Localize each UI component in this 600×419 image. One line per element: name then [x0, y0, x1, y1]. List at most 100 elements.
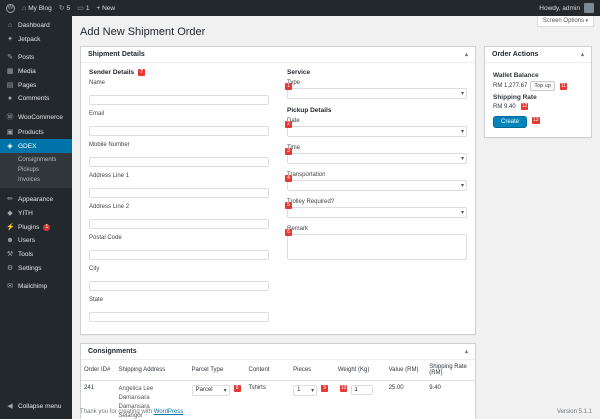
col-weight: Weight (Kg)	[334, 360, 386, 382]
pieces-select[interactable]: 1	[293, 385, 318, 397]
sidebar-item-invoices[interactable]: Invoices	[0, 175, 72, 185]
avatar[interactable]	[584, 3, 594, 13]
email-input[interactable]	[89, 126, 269, 137]
chevron-down-icon	[461, 182, 464, 189]
chevron-down-icon	[461, 128, 464, 135]
sidebar-item-appearance[interactable]: ✏ Appearance	[0, 192, 72, 206]
postal-code-input[interactable]	[89, 250, 269, 261]
col-shipping-address: Shipping Address	[115, 360, 189, 382]
col-order-id: Order ID#	[81, 360, 116, 382]
panel-toggle-icon[interactable]	[581, 51, 584, 58]
admin-menu-sidebar: ⌂ Dashboard ✦ Jetpack ✎ Posts ▦ Media ▤ …	[0, 16, 72, 419]
state-label: State	[89, 297, 104, 304]
address-line-1-label: Address Line 1	[89, 173, 130, 180]
chevron-down-icon	[461, 90, 464, 97]
address-line-2-input[interactable]	[89, 219, 269, 230]
type-label: Type	[287, 80, 301, 86]
consignments-panel: Consignments Order ID# Shipping Address	[80, 343, 476, 419]
col-pieces: Pieces	[290, 360, 335, 382]
col-content: Content	[245, 360, 291, 382]
sidebar-item-jetpack[interactable]: ✦ Jetpack	[0, 32, 72, 46]
annotation-badge-8: 8	[233, 385, 241, 393]
yith-icon: ◆	[7, 210, 13, 217]
sidebar-item-dashboard[interactable]: ⌂ Dashboard	[0, 19, 72, 32]
parcel-type-select[interactable]: Parcel	[191, 385, 230, 397]
main-content: Add New Shipment Order Shipment Details	[72, 16, 600, 419]
email-label: Email	[89, 111, 105, 118]
wordpress-link[interactable]: WordPress	[154, 409, 184, 415]
mobile-number-label: Mobile Number	[89, 142, 130, 149]
pieces-value: 1	[297, 387, 301, 394]
parcel-type-value: Parcel	[195, 387, 213, 394]
sidebar-item-users[interactable]: ☻ Users	[0, 234, 72, 247]
weight-input[interactable]	[351, 385, 374, 396]
sidebar-item-label: Dashboard	[18, 22, 50, 29]
sidebar-item-label: Jetpack	[18, 35, 41, 43]
state-input[interactable]	[89, 312, 269, 323]
updates-menu[interactable]: ↻ 5	[59, 4, 71, 13]
trolley-required-select[interactable]	[287, 207, 467, 218]
date-label: Date	[287, 118, 300, 124]
sidebar-item-plugins[interactable]: ⚡ Plugins 1	[0, 220, 72, 234]
panel-toggle-icon[interactable]	[465, 348, 468, 355]
city-input[interactable]	[89, 281, 269, 292]
posts-icon: ✎	[7, 54, 13, 61]
sender-details-section: Sender Details 7 Name Email Mobile Numbe…	[89, 69, 269, 328]
sidebar-item-comments[interactable]: ● Comments	[0, 92, 72, 105]
remark-label: Remark	[287, 226, 309, 232]
panel-title: Order Actions	[492, 51, 539, 58]
panel-title: Shipment Details	[88, 51, 145, 58]
address-line: Angelica Lee	[118, 386, 154, 393]
date-select[interactable]	[287, 126, 467, 137]
top-up-button[interactable]: Top up	[530, 81, 555, 91]
comments-menu[interactable]: ▭ 1	[77, 4, 90, 13]
new-content-menu[interactable]: + New	[96, 5, 115, 12]
collapse-menu-wrap: ◀ Collapse menu	[0, 399, 72, 413]
sidebar-item-woocommerce[interactable]: Ⓦ WooCommerce	[0, 109, 72, 125]
sidebar-item-pickups[interactable]: Pickups	[0, 165, 72, 175]
collapse-menu-button[interactable]: ◀ Collapse menu	[0, 399, 72, 413]
sidebar-item-pages[interactable]: ▤ Pages	[0, 78, 72, 92]
annotation-badge-4: 4	[285, 175, 292, 182]
sidebar-item-media[interactable]: ▦ Media	[0, 64, 72, 78]
sidebar-item-settings[interactable]: ⚙ Settings	[0, 261, 72, 275]
admin-bar-right: Howdy, admin	[539, 3, 594, 13]
comments-count: 1	[85, 4, 90, 12]
updates-count: 5	[66, 4, 71, 12]
gdex-submenu: Consignments Pickups Invoices	[0, 153, 72, 188]
sidebar-item-yith[interactable]: ◆ YITH	[0, 206, 72, 220]
howdy-label[interactable]: Howdy, admin	[539, 5, 580, 12]
address-line-1-input[interactable]	[89, 188, 269, 199]
remark-textarea[interactable]	[287, 234, 467, 260]
footer-text: .	[183, 409, 185, 415]
mobile-number-input[interactable]	[89, 157, 269, 168]
sidebar-item-tools[interactable]: ⚒ Tools	[0, 247, 72, 261]
sidebar-item-products[interactable]: ▣ Products	[0, 125, 72, 139]
gdex-icon: ◈	[7, 143, 13, 150]
annotation-badge-5: 5	[285, 202, 292, 209]
wordpress-logo-icon[interactable]: W	[6, 3, 15, 13]
wallet-balance-value: RM 1,277.67	[493, 83, 528, 89]
sidebar-item-mailchimp[interactable]: ✉ Mailchimp	[0, 279, 72, 293]
sidebar-item-label: YITH	[18, 209, 33, 217]
shipment-details-panel: Shipment Details Sender Details 7	[80, 46, 476, 336]
transportation-select[interactable]	[287, 180, 467, 191]
side-column: Order Actions Wallet Balance RM 1,277.67…	[484, 46, 592, 146]
new-content-label: + New	[96, 4, 116, 12]
shipping-rate-value: RM 9.40	[493, 103, 516, 110]
create-button[interactable]: Create	[493, 116, 528, 128]
panel-toggle-icon[interactable]	[465, 51, 468, 58]
sidebar-item-consignments[interactable]: Consignments	[0, 155, 72, 165]
primary-column: Shipment Details Sender Details 7	[80, 46, 476, 419]
time-select[interactable]	[287, 153, 467, 164]
chevron-down-icon	[461, 155, 464, 162]
collapse-arrow-icon: ◀	[7, 403, 13, 410]
sidebar-item-posts[interactable]: ✎ Posts	[0, 50, 72, 64]
trolley-required-label: Trolley Required?	[287, 199, 335, 205]
site-name-menu[interactable]: ⌂ My Blog	[22, 5, 52, 12]
tools-icon: ⚒	[6, 251, 14, 258]
sidebar-item-gdex[interactable]: ◈ GDEX	[0, 139, 72, 153]
type-select[interactable]	[287, 88, 467, 99]
name-input[interactable]	[89, 95, 269, 106]
sidebar-item-label: Media	[18, 67, 36, 75]
